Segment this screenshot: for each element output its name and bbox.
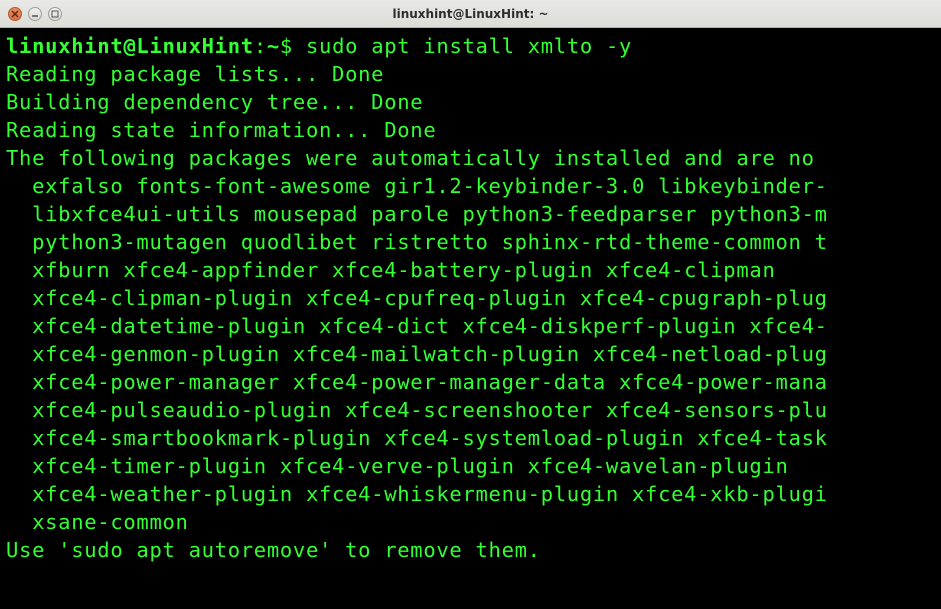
- output-line: The following packages were automaticall…: [6, 146, 828, 170]
- prompt-suffix: $: [280, 34, 306, 58]
- close-button[interactable]: [8, 7, 22, 21]
- output-line: Building dependency tree... Done: [6, 90, 423, 114]
- minimize-button[interactable]: [28, 7, 42, 21]
- output-line: xfce4-timer-plugin xfce4-verve-plugin xf…: [6, 454, 789, 478]
- output-line: exfalso fonts-font-awesome gir1.2-keybin…: [6, 174, 828, 198]
- titlebar[interactable]: linuxhint@LinuxHint: ~: [0, 0, 941, 28]
- prompt-path: ~: [267, 34, 280, 58]
- terminal-body[interactable]: linuxhint@LinuxHint:~$ sudo apt install …: [0, 28, 941, 609]
- minimize-icon: [31, 10, 39, 18]
- output-line: xfce4-smartbookmark-plugin xfce4-systeml…: [6, 426, 828, 450]
- output-line: xfburn xfce4-appfinder xfce4-battery-plu…: [6, 258, 775, 282]
- output-line: xfce4-weather-plugin xfce4-whiskermenu-p…: [6, 482, 828, 506]
- maximize-button[interactable]: [48, 7, 62, 21]
- output-line: libxfce4ui-utils mousepad parole python3…: [6, 202, 828, 226]
- output-line: python3-mutagen quodlibet ristretto sphi…: [6, 230, 828, 254]
- titlebar-controls: [8, 7, 62, 21]
- window-title: linuxhint@LinuxHint: ~: [392, 7, 548, 21]
- prompt-user-host: linuxhint@LinuxHint: [6, 34, 254, 58]
- output-line: xfce4-pulseaudio-plugin xfce4-screenshoo…: [6, 398, 828, 422]
- output-line: xfce4-power-manager xfce4-power-manager-…: [6, 370, 828, 394]
- output-line: xsane-common: [6, 510, 189, 534]
- output-line: Reading state information... Done: [6, 118, 436, 142]
- close-icon: [11, 10, 19, 18]
- output-line: xfce4-datetime-plugin xfce4-dict xfce4-d…: [6, 314, 828, 338]
- maximize-icon: [51, 10, 59, 18]
- command-text: sudo apt install xmlto -y: [306, 34, 632, 58]
- output-line: Reading package lists... Done: [6, 62, 384, 86]
- output-line: xfce4-clipman-plugin xfce4-cpufreq-plugi…: [6, 286, 828, 310]
- prompt-separator: :: [254, 34, 267, 58]
- terminal-window: linuxhint@LinuxHint: ~ linuxhint@LinuxHi…: [0, 0, 941, 609]
- output-line: Use 'sudo apt autoremove' to remove them…: [6, 538, 541, 562]
- output-line: xfce4-genmon-plugin xfce4-mailwatch-plug…: [6, 342, 828, 366]
